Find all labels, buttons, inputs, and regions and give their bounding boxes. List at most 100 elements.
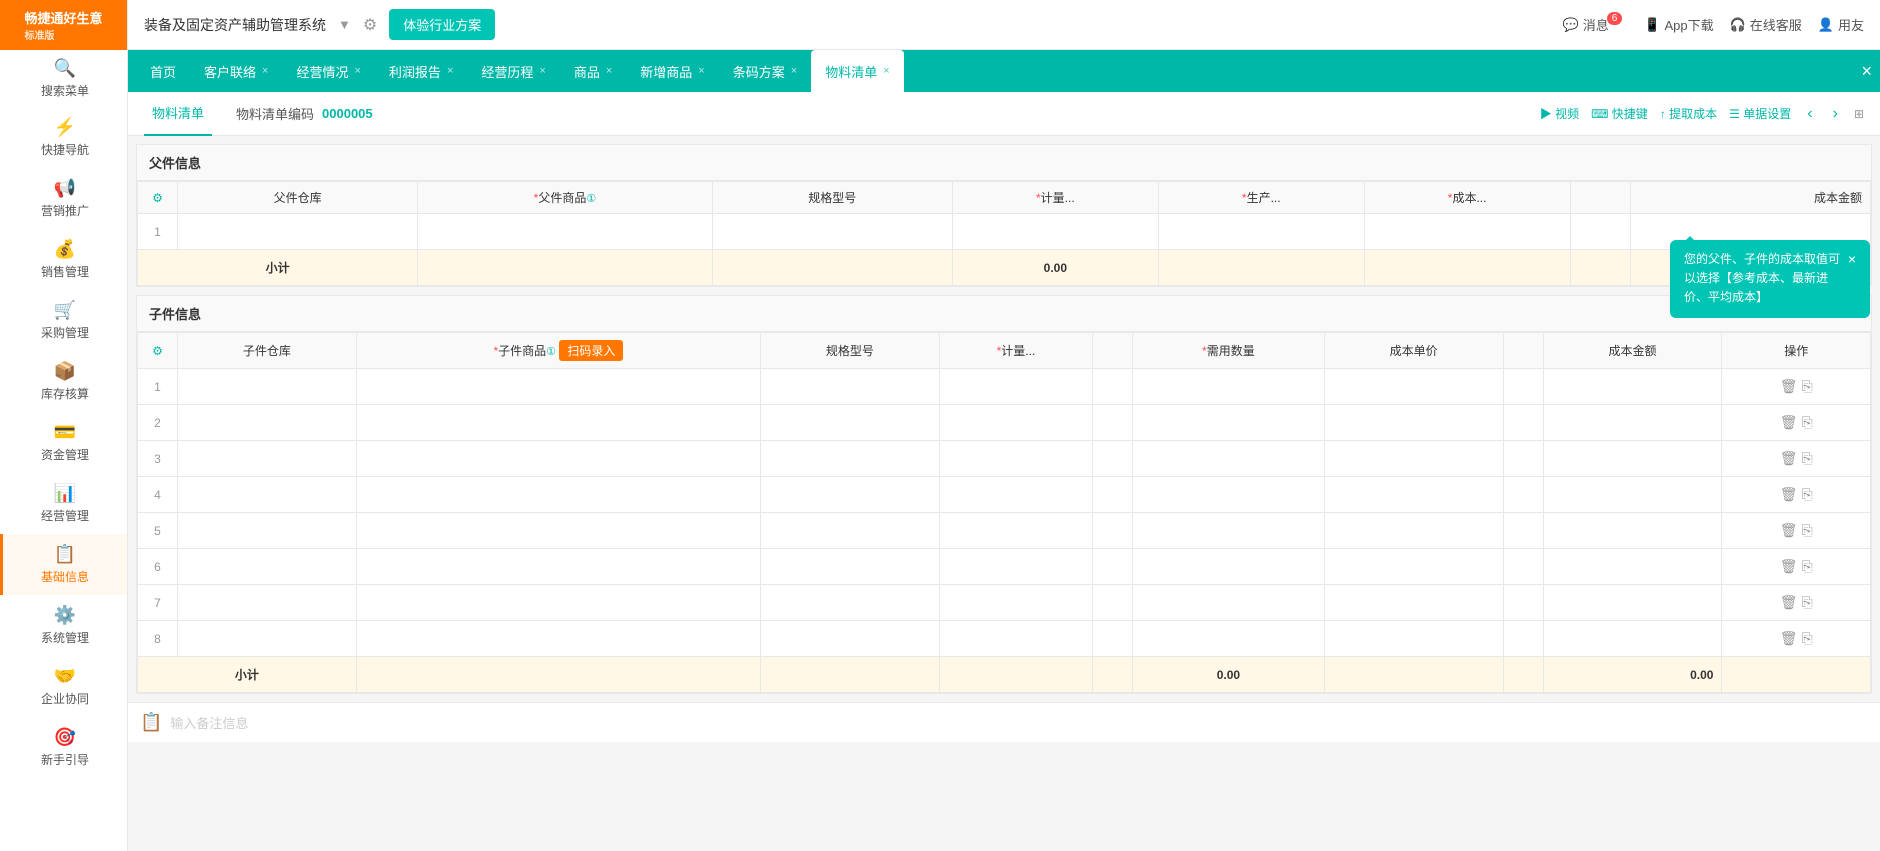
child-spec-2[interactable] — [761, 405, 940, 441]
close-operation-status-tab[interactable]: × — [354, 65, 360, 77]
child-qty-3[interactable] — [1133, 441, 1325, 477]
child-unit-cost-8[interactable] — [1324, 621, 1503, 657]
online-service-btn[interactable]: 🎧 在线客服 — [1730, 15, 1802, 34]
nav-prev[interactable]: ‹ — [1803, 105, 1816, 123]
copy-icon-7[interactable]: ⎘ — [1802, 594, 1813, 610]
copy-icon-3[interactable]: ⎘ — [1802, 450, 1813, 466]
child-goods-7[interactable] — [356, 585, 760, 621]
delete-icon-3[interactable]: 🗑 — [1780, 450, 1798, 466]
child-spec-3[interactable] — [761, 441, 940, 477]
child-warehouse-2[interactable] — [178, 405, 357, 441]
child-unit-7[interactable] — [939, 585, 1092, 621]
child-unit-cost-3[interactable] — [1324, 441, 1503, 477]
child-warehouse-4[interactable] — [178, 477, 357, 513]
sidebar-item-inventory[interactable]: 📦 库存核算 — [0, 351, 127, 412]
close-customer-tab[interactable]: × — [262, 65, 268, 77]
copy-icon-1[interactable]: ⎘ — [1802, 378, 1813, 394]
experience-btn[interactable]: 体验行业方案 — [389, 9, 495, 40]
settings-icon[interactable]: ⚙ — [363, 15, 377, 35]
parent-goods-1[interactable] — [418, 214, 712, 250]
child-qty-4[interactable] — [1133, 477, 1325, 513]
sidebar-item-search[interactable]: 🔍 搜索菜单 — [0, 50, 127, 107]
delete-icon-2[interactable]: 🗑 — [1780, 414, 1798, 430]
sidebar-item-enterprise[interactable]: 🤝 企业协同 — [0, 656, 127, 717]
child-goods-8[interactable] — [356, 621, 760, 657]
parent-cost-1[interactable] — [1364, 214, 1570, 250]
extract-cost-label[interactable]: ↑ 提取成本 — [1660, 105, 1717, 122]
parent-prod-1[interactable] — [1158, 214, 1364, 250]
tab-customer[interactable]: 客户联络 × — [190, 50, 282, 92]
tab-operation-history[interactable]: 经营历程 × — [467, 50, 559, 92]
child-spec-1[interactable] — [761, 369, 940, 405]
sidebar-item-finance[interactable]: 💳 资金管理 — [0, 412, 127, 473]
child-col-setting[interactable]: ⚙ — [138, 333, 178, 369]
close-profit-report-tab[interactable]: × — [447, 65, 453, 77]
child-unit-1[interactable] — [939, 369, 1092, 405]
tab-home[interactable]: 首页 — [136, 50, 190, 92]
child-unit-cost-4[interactable] — [1324, 477, 1503, 513]
close-operation-history-tab[interactable]: × — [539, 65, 545, 77]
copy-icon-4[interactable]: ⎘ — [1802, 486, 1813, 502]
child-goods-2[interactable] — [356, 405, 760, 441]
delete-icon-1[interactable]: 🗑 — [1780, 378, 1798, 394]
child-warehouse-1[interactable] — [178, 369, 357, 405]
child-qty-2[interactable] — [1133, 405, 1325, 441]
tab-barcode-plan[interactable]: 条码方案 × — [719, 50, 811, 92]
tab-operation-status[interactable]: 经营情况 × — [282, 50, 374, 92]
close-add-goods-tab[interactable]: × — [698, 65, 704, 77]
child-unit-cost-5[interactable] — [1324, 513, 1503, 549]
child-qty-5[interactable] — [1133, 513, 1325, 549]
child-spec-4[interactable] — [761, 477, 940, 513]
tab-add-goods[interactable]: 新增商品 × — [626, 50, 718, 92]
dropdown-icon[interactable]: ▼ — [338, 17, 351, 32]
delete-icon-8[interactable]: 🗑 — [1780, 630, 1798, 646]
child-spec-5[interactable] — [761, 513, 940, 549]
sidebar-item-basic[interactable]: 📋 基础信息 — [0, 534, 127, 595]
scan-input-btn[interactable]: 扫码录入 — [559, 340, 623, 361]
delete-icon-5[interactable]: 🗑 — [1780, 522, 1798, 538]
nav-next[interactable]: › — [1829, 105, 1842, 123]
sidebar-item-guide[interactable]: 🎯 新手引导 — [0, 717, 127, 778]
child-unit-5[interactable] — [939, 513, 1092, 549]
child-unit-cost-7[interactable] — [1324, 585, 1503, 621]
tab-goods[interactable]: 商品 × — [560, 50, 626, 92]
sidebar-item-quick-nav[interactable]: ⚡ 快捷导航 — [0, 107, 127, 168]
child-unit-6[interactable] — [939, 549, 1092, 585]
child-unit-4[interactable] — [939, 477, 1092, 513]
child-goods-1[interactable] — [356, 369, 760, 405]
child-qty-8[interactable] — [1133, 621, 1325, 657]
child-goods-6[interactable] — [356, 549, 760, 585]
sidebar-item-marketing[interactable]: 📢 营销推广 — [0, 168, 127, 229]
child-unit-8[interactable] — [939, 621, 1092, 657]
delete-icon-7[interactable]: 🗑 — [1780, 594, 1798, 610]
child-warehouse-3[interactable] — [178, 441, 357, 477]
view-label[interactable]: ▶ 视频 — [1540, 105, 1579, 122]
child-unit-2[interactable] — [939, 405, 1092, 441]
child-unit-cost-1[interactable] — [1324, 369, 1503, 405]
parent-unit-1[interactable] — [952, 214, 1158, 250]
parent-spec-1[interactable] — [712, 214, 952, 250]
child-goods-5[interactable] — [356, 513, 760, 549]
copy-icon-8[interactable]: ⎘ — [1802, 630, 1813, 646]
close-bom-list-tab[interactable]: × — [883, 65, 889, 77]
close-goods-tab[interactable]: × — [606, 65, 612, 77]
child-spec-6[interactable] — [761, 549, 940, 585]
child-goods-4[interactable] — [356, 477, 760, 513]
shortcut-label[interactable]: ⌨ 快捷键 — [1591, 105, 1648, 122]
app-download-btn[interactable]: 📱 App下载 — [1644, 15, 1713, 34]
tab-bom-list[interactable]: 物料清单 × — [811, 50, 903, 92]
sidebar-item-sales[interactable]: 💰 销售管理 — [0, 229, 127, 290]
copy-icon-2[interactable]: ⎘ — [1802, 414, 1813, 430]
child-warehouse-7[interactable] — [178, 585, 357, 621]
tooltip-close-btn[interactable]: × — [1848, 248, 1856, 270]
message-btn[interactable]: 💬 消息 6 — [1563, 15, 1629, 34]
sidebar-item-system[interactable]: ⚙️ 系统管理 — [0, 595, 127, 656]
single-setting-label[interactable]: ☰ 单据设置 — [1729, 105, 1791, 122]
page-tab-bom[interactable]: 物料清单 — [144, 92, 212, 136]
parent-warehouse-1[interactable] — [178, 214, 418, 250]
child-qty-7[interactable] — [1133, 585, 1325, 621]
parent-col-setting[interactable]: ⚙ — [138, 182, 178, 214]
child-unit-3[interactable] — [939, 441, 1092, 477]
child-goods-3[interactable] — [356, 441, 760, 477]
close-all-tabs[interactable]: × — [1861, 61, 1872, 82]
